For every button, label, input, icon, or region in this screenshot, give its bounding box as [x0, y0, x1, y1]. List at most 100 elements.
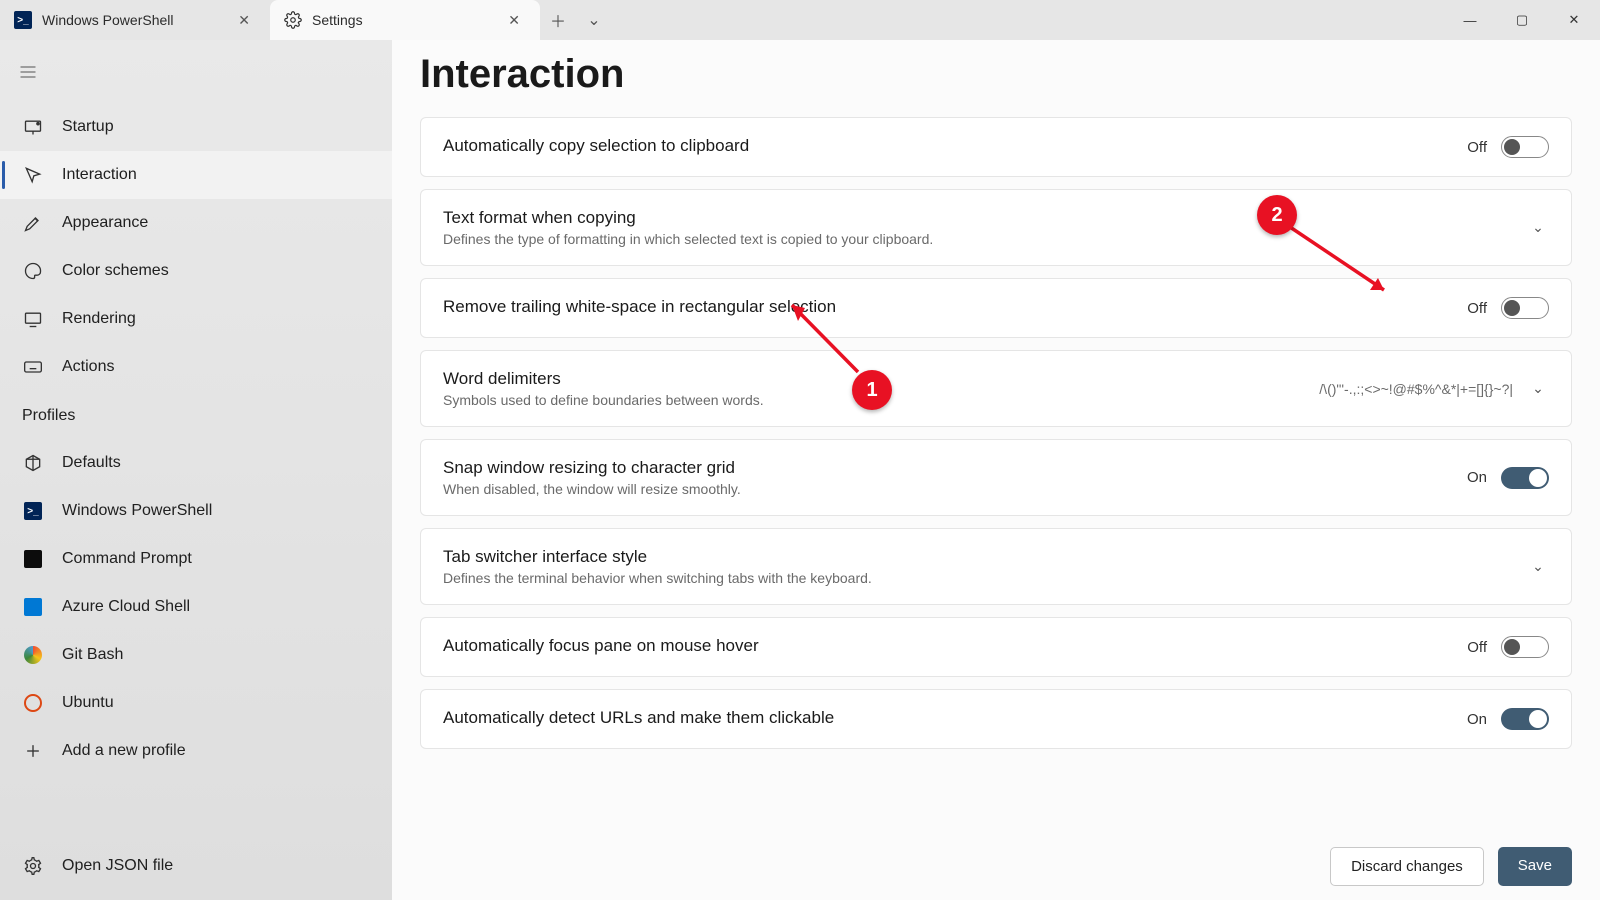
footer: Discard changes Save [1330, 847, 1572, 886]
sidebar-item-label: Command Prompt [62, 550, 192, 568]
sidebar-item-label: Add a new profile [62, 742, 186, 760]
sidebar-item-rendering[interactable]: Rendering [0, 295, 392, 343]
close-icon[interactable]: ✕ [232, 8, 256, 33]
startup-icon [22, 116, 44, 138]
body: Startup Interaction Appearance Color sch… [0, 40, 1600, 900]
row-title: Text format when copying [443, 208, 1507, 228]
sidebar-item-label: Color schemes [62, 262, 169, 280]
row-title: Automatically detect URLs and make them … [443, 708, 1447, 728]
page-title: Interaction [420, 52, 1572, 97]
row-detect-urls[interactable]: Automatically detect URLs and make them … [420, 689, 1572, 749]
row-focus-hover[interactable]: Automatically focus pane on mouse hover … [420, 617, 1572, 677]
row-title: Snap window resizing to character grid [443, 458, 1447, 478]
sidebar-item-label: Actions [62, 358, 114, 376]
nav-settings: Startup Interaction Appearance Color sch… [0, 103, 392, 391]
rendering-icon [22, 308, 44, 330]
maximize-button[interactable]: ▢ [1496, 0, 1548, 40]
sidebar-profile-ubuntu[interactable]: Ubuntu [0, 679, 392, 727]
row-title: Automatically copy selection to clipboar… [443, 136, 1447, 156]
sidebar-open-json[interactable]: Open JSON file [0, 842, 392, 890]
sidebar-item-label: Interaction [62, 166, 137, 184]
tab-label: Windows PowerShell [42, 12, 174, 28]
row-copy-selection[interactable]: Automatically copy selection to clipboar… [420, 117, 1572, 177]
sidebar-item-label: Git Bash [62, 646, 123, 664]
row-desc: Defines the type of formatting in which … [443, 231, 1507, 247]
gitbash-icon [22, 644, 44, 666]
row-desc: When disabled, the window will resize sm… [443, 481, 1447, 497]
defaults-icon [22, 452, 44, 474]
powershell-icon: >_ [22, 500, 44, 522]
sidebar-item-interaction[interactable]: Interaction [0, 151, 392, 199]
row-snap-resize[interactable]: Snap window resizing to character grid W… [420, 439, 1572, 516]
sidebar-profile-azure[interactable]: Azure Cloud Shell [0, 583, 392, 631]
nav-profiles: Defaults >_ Windows PowerShell Command P… [0, 439, 392, 775]
sidebar-item-appearance[interactable]: Appearance [0, 199, 392, 247]
gear-icon [284, 11, 302, 29]
cmd-icon [22, 548, 44, 570]
azure-icon [22, 596, 44, 618]
row-value: /\()"'-.,:;<>~!@#$%^&*|+=[]{}~?| [1319, 381, 1513, 397]
chevron-down-icon[interactable]: ⌄ [1527, 558, 1549, 575]
sidebar-item-label: Open JSON file [62, 857, 173, 875]
sidebar-item-label: Ubuntu [62, 694, 114, 712]
keyboard-icon [22, 356, 44, 378]
row-title: Tab switcher interface style [443, 547, 1507, 567]
profiles-header: Profiles [0, 391, 392, 433]
tab-settings[interactable]: Settings ✕ [270, 0, 540, 40]
hamburger-button[interactable] [0, 52, 392, 97]
sidebar-add-profile[interactable]: Add a new profile [0, 727, 392, 775]
row-trim-trailing[interactable]: Remove trailing white-space in rectangul… [420, 278, 1572, 338]
toggle-detect-urls[interactable] [1501, 708, 1549, 730]
new-tab-button[interactable]: ＋ [540, 0, 576, 40]
toggle-focus-hover[interactable] [1501, 636, 1549, 658]
palette-icon [22, 260, 44, 282]
toggle-state: On [1467, 711, 1487, 728]
powershell-icon: >_ [14, 11, 32, 29]
ubuntu-icon [22, 692, 44, 714]
row-title: Word delimiters [443, 369, 1299, 389]
sidebar-item-label: Azure Cloud Shell [62, 598, 190, 616]
toggle-state: Off [1467, 139, 1487, 156]
toggle-state: Off [1467, 639, 1487, 656]
sidebar-item-label: Rendering [62, 310, 136, 328]
sidebar-item-actions[interactable]: Actions [0, 343, 392, 391]
toggle-state: On [1467, 469, 1487, 486]
tab-powershell[interactable]: >_ Windows PowerShell ✕ [0, 0, 270, 40]
sidebar-profile-gitbash[interactable]: Git Bash [0, 631, 392, 679]
sidebar: Startup Interaction Appearance Color sch… [0, 40, 392, 900]
row-desc: Symbols used to define boundaries betwee… [443, 392, 1299, 408]
row-tab-switcher[interactable]: Tab switcher interface style Defines the… [420, 528, 1572, 605]
sidebar-profile-cmd[interactable]: Command Prompt [0, 535, 392, 583]
sidebar-item-label: Windows PowerShell [62, 502, 212, 520]
content: Interaction Automatically copy selection… [392, 40, 1600, 900]
row-desc: Defines the terminal behavior when switc… [443, 570, 1507, 586]
sidebar-item-startup[interactable]: Startup [0, 103, 392, 151]
gear-icon [22, 855, 44, 877]
discard-button[interactable]: Discard changes [1330, 847, 1484, 886]
toggle-state: Off [1467, 300, 1487, 317]
sidebar-item-label: Defaults [62, 454, 121, 472]
plus-icon [22, 740, 44, 762]
minimize-button[interactable]: — [1444, 0, 1496, 40]
sidebar-profile-defaults[interactable]: Defaults [0, 439, 392, 487]
row-word-delimiters[interactable]: Word delimiters Symbols used to define b… [420, 350, 1572, 427]
toggle-snap-resize[interactable] [1501, 467, 1549, 489]
row-title: Remove trailing white-space in rectangul… [443, 297, 1447, 317]
row-text-format[interactable]: Text format when copying Defines the typ… [420, 189, 1572, 266]
sidebar-item-label: Startup [62, 118, 114, 136]
chevron-down-icon[interactable]: ⌄ [1527, 380, 1549, 397]
tab-label: Settings [312, 12, 363, 28]
chevron-down-icon[interactable]: ⌄ [1527, 219, 1549, 236]
save-button[interactable]: Save [1498, 847, 1572, 886]
sidebar-profile-powershell[interactable]: >_ Windows PowerShell [0, 487, 392, 535]
toggle-copy-selection[interactable] [1501, 136, 1549, 158]
sidebar-item-label: Appearance [62, 214, 148, 232]
close-icon[interactable]: ✕ [502, 8, 526, 33]
close-window-button[interactable]: ✕ [1548, 0, 1600, 40]
toggle-trim-trailing[interactable] [1501, 297, 1549, 319]
window-controls: — ▢ ✕ [1444, 0, 1600, 40]
appearance-icon [22, 212, 44, 234]
tab-dropdown-button[interactable]: ⌄ [576, 0, 612, 40]
sidebar-item-color-schemes[interactable]: Color schemes [0, 247, 392, 295]
interaction-icon [22, 164, 44, 186]
